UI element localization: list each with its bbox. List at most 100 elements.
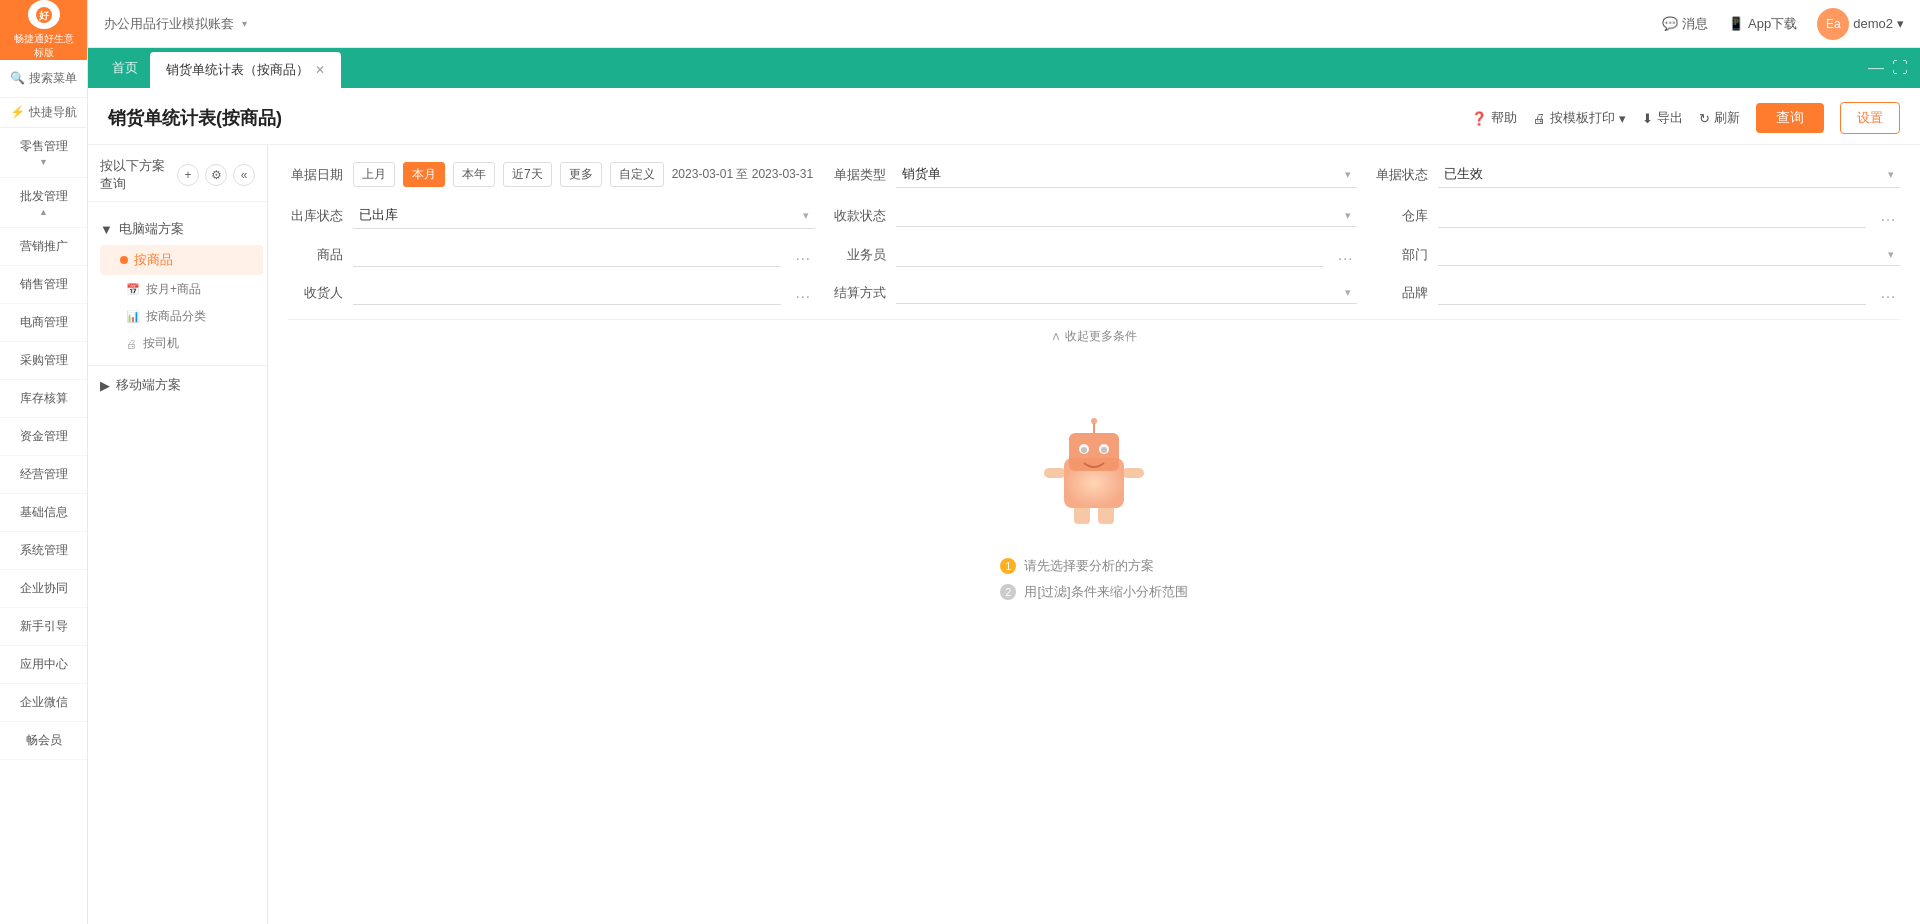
- settings-button[interactable]: 设置: [1840, 102, 1900, 134]
- scheme-by-month-goods[interactable]: 📅 按月+商品: [96, 276, 267, 303]
- warehouse-label: 仓库: [1373, 207, 1428, 225]
- brand-input[interactable]: [1438, 281, 1866, 305]
- department-dropdown-icon: ▾: [1888, 248, 1894, 261]
- mobile-schemes-group[interactable]: ▶ 移动端方案: [88, 370, 267, 400]
- avatar: Ea: [1817, 8, 1849, 40]
- sidebar-item-basic[interactable]: 基础信息: [0, 494, 87, 532]
- receiver-label: 收货人: [288, 284, 343, 302]
- date-btn-more[interactable]: 更多: [560, 162, 602, 187]
- sidebar-item-system[interactable]: 系统管理: [0, 532, 87, 570]
- filter-panel-title: 按以下方案查询: [100, 157, 177, 193]
- goods-more-icon[interactable]: …: [791, 246, 815, 264]
- tab-close-icon[interactable]: ✕: [315, 63, 325, 77]
- empty-tip-2: 2 用[过滤]条件来缩小分析范围: [1000, 579, 1187, 605]
- sidebar-item-ecommerce[interactable]: 电商管理: [0, 304, 87, 342]
- warehouse-more-icon[interactable]: …: [1876, 207, 1900, 225]
- date-btn-last-month[interactable]: 上月: [353, 162, 395, 187]
- sidebar-item-enterprise[interactable]: 企业协同: [0, 570, 87, 608]
- sidebar: 好 畅捷通好生意 标版 🔍 搜索菜单 ⚡ 快捷导航 零售管理 ▼ 批发管理 ▲ …: [0, 0, 88, 924]
- svg-rect-3: [1069, 433, 1119, 471]
- sidebar-item-wechat[interactable]: 企业微信: [0, 684, 87, 722]
- desktop-schemes-header[interactable]: ▼ 电脑端方案: [88, 214, 267, 244]
- salesperson-input[interactable]: [896, 243, 1324, 267]
- scheme-by-goods[interactable]: 按商品: [100, 245, 263, 275]
- messages-label: 消息: [1682, 15, 1708, 33]
- department-select[interactable]: ▾: [1438, 244, 1900, 266]
- brand-label: 品牌: [1373, 284, 1428, 302]
- logo-icon: 好: [28, 0, 60, 29]
- refresh-button[interactable]: ↻ 刷新: [1699, 109, 1740, 127]
- warehouse-input[interactable]: [1438, 204, 1866, 228]
- page-actions: ❓ 帮助 🖨 按模板打印 ▾ ⬇ 导出 ↻ 刷新 查询 设置: [1471, 102, 1900, 134]
- scheme-by-driver[interactable]: 🖨 按司机: [96, 330, 267, 357]
- out-status-value: 已出库: [359, 206, 398, 224]
- filter-row-2: 出库状态 已出库 ▾ 收款状态 ▾ 仓库: [288, 202, 1900, 229]
- tab-sales-stats[interactable]: 销货单统计表（按商品） ✕: [150, 52, 341, 88]
- help-button[interactable]: ❓ 帮助: [1471, 109, 1517, 127]
- page-header: 销货单统计表(按商品) ❓ 帮助 🖨 按模板打印 ▾ ⬇ 导出 ↻ 刷新: [88, 88, 1920, 145]
- main-area: 办公用品行业模拟账套 ▾ 💬 消息 📱 App下载 Ea demo2 ▾ 首: [88, 0, 1920, 924]
- goods-input[interactable]: [353, 243, 781, 267]
- sidebar-item-finance[interactable]: 资金管理: [0, 418, 87, 456]
- sidebar-item-purchase[interactable]: 采购管理: [0, 342, 87, 380]
- sidebar-item-member[interactable]: 畅会员: [0, 722, 87, 760]
- salesperson-field: 业务员 …: [831, 243, 1358, 267]
- app-download-button[interactable]: 📱 App下载: [1728, 15, 1797, 33]
- header-actions: 💬 消息 📱 App下载 Ea demo2 ▾: [1662, 8, 1904, 40]
- status-field: 单据状态 已生效 ▾: [1373, 161, 1900, 188]
- date-btn-custom[interactable]: 自定义: [610, 162, 664, 187]
- out-status-field: 出库状态 已出库 ▾: [288, 202, 815, 229]
- svg-rect-12: [1074, 506, 1090, 524]
- sidebar-item-newbie[interactable]: 新手引导: [0, 608, 87, 646]
- app-name: 畅捷通好生意: [14, 32, 74, 46]
- brand-more-icon[interactable]: …: [1876, 284, 1900, 302]
- receiver-more-icon[interactable]: …: [791, 284, 815, 302]
- payment-select[interactable]: ▾: [896, 282, 1358, 304]
- department-label: 部门: [1373, 246, 1428, 264]
- tab-sales-stats-label: 销货单统计表（按商品）: [166, 61, 309, 79]
- sidebar-item-marketing[interactable]: 营销推广: [0, 228, 87, 266]
- sidebar-quick-nav[interactable]: ⚡ 快捷导航: [0, 98, 87, 128]
- add-scheme-button[interactable]: +: [177, 164, 199, 186]
- sidebar-item-app-center[interactable]: 应用中心: [0, 646, 87, 684]
- scheme-by-category[interactable]: 📊 按商品分类: [96, 303, 267, 330]
- sidebar-search[interactable]: 🔍 搜索菜单: [0, 60, 87, 98]
- app-subtitle: 标版: [34, 46, 54, 60]
- sidebar-item-operations[interactable]: 经营管理: [0, 456, 87, 494]
- receipt-status-select[interactable]: ▾: [896, 205, 1358, 227]
- status-select[interactable]: 已生效 ▾: [1438, 161, 1900, 188]
- date-btn-7days[interactable]: 近7天: [503, 162, 552, 187]
- messages-button[interactable]: 💬 消息: [1662, 15, 1708, 33]
- collapse-more-conditions[interactable]: ∧ 收起更多条件: [288, 319, 1900, 353]
- filter-row-1: 单据日期 上月 本月 本年 近7天 更多 自定义 2023-03-01 至 20…: [288, 161, 1900, 188]
- tab-maximize-icon[interactable]: ⛶: [1892, 59, 1908, 77]
- tab-minimize-icon[interactable]: —: [1868, 59, 1884, 77]
- type-select[interactable]: 销货单 ▾: [896, 161, 1358, 188]
- sidebar-item-retail[interactable]: 零售管理 ▼: [0, 128, 87, 178]
- scheme-settings-button[interactable]: ⚙: [205, 164, 227, 186]
- salesperson-more-icon[interactable]: …: [1333, 246, 1357, 264]
- date-btn-current-year[interactable]: 本年: [453, 162, 495, 187]
- desktop-schemes-group: ▼ 电脑端方案 按商品 📅 按月+商品 📊: [88, 210, 267, 361]
- sidebar-item-sales[interactable]: 销售管理: [0, 266, 87, 304]
- sidebar-item-inventory[interactable]: 库存核算: [0, 380, 87, 418]
- tip2-label: 用[过滤]条件来缩小分析范围: [1024, 579, 1187, 605]
- username: demo2: [1853, 16, 1893, 31]
- industry-label: 办公用品行业模拟账套: [104, 15, 234, 33]
- query-button[interactable]: 查询: [1756, 103, 1824, 133]
- page-title: 销货单统计表(按商品): [108, 106, 282, 130]
- out-status-select[interactable]: 已出库 ▾: [353, 202, 815, 229]
- collapse-panel-button[interactable]: «: [233, 164, 255, 186]
- template-print-button[interactable]: 🖨 按模板打印 ▾: [1533, 109, 1626, 127]
- app-logo[interactable]: 好 畅捷通好生意 标版: [0, 0, 88, 60]
- date-btn-current-month[interactable]: 本月: [403, 162, 445, 187]
- receiver-input[interactable]: [353, 281, 781, 305]
- tab-home[interactable]: 首页: [100, 59, 150, 77]
- filter-panel: 按以下方案查询 + ⚙ « ▼: [88, 145, 268, 924]
- sidebar-item-wholesale[interactable]: 批发管理 ▲: [0, 178, 87, 228]
- goods-field: 商品 …: [288, 243, 815, 267]
- top-header: 办公用品行业模拟账套 ▾ 💬 消息 📱 App下载 Ea demo2 ▾: [88, 0, 1920, 48]
- export-button[interactable]: ⬇ 导出: [1642, 109, 1683, 127]
- content-body: 按以下方案查询 + ⚙ « ▼: [88, 145, 1920, 924]
- user-profile[interactable]: Ea demo2 ▾: [1817, 8, 1904, 40]
